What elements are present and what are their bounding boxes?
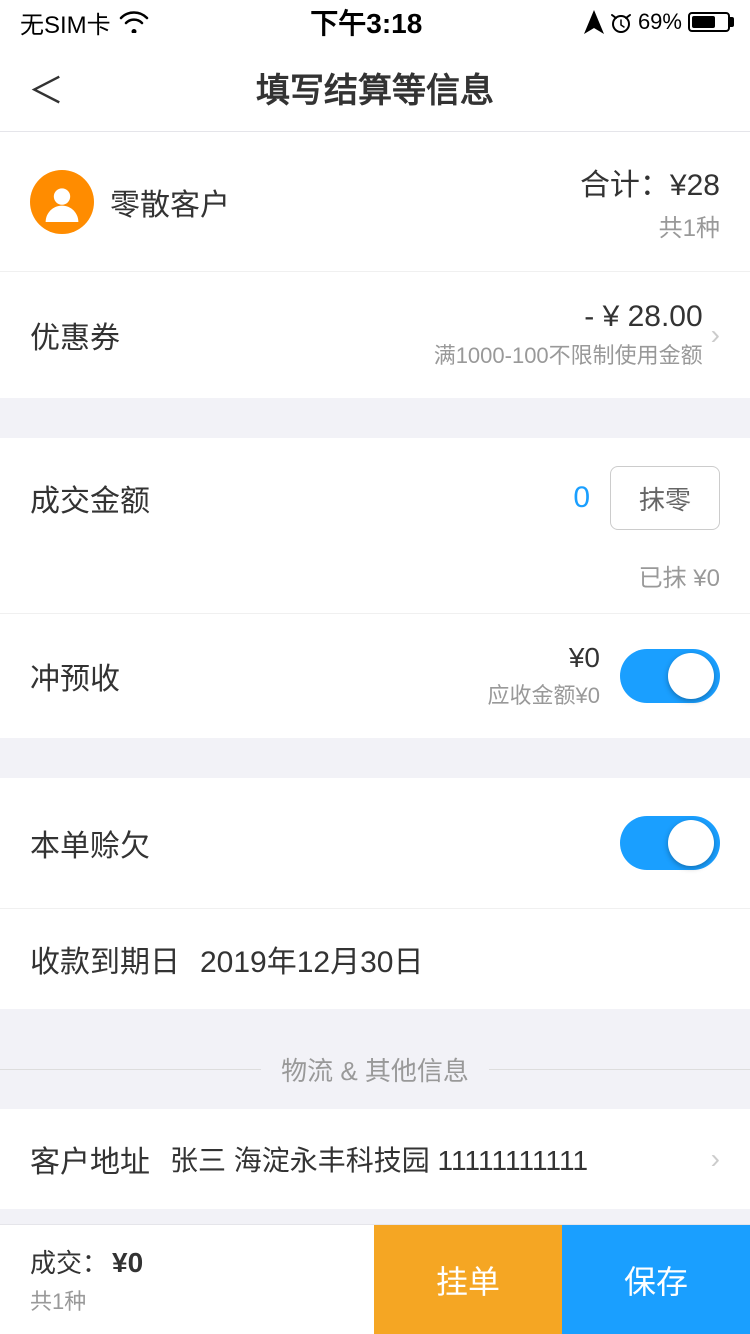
credit-toggle[interactable] bbox=[620, 816, 720, 870]
save-button[interactable]: 保存 bbox=[562, 1225, 750, 1334]
amount-row: 成交金额 0 抹零 bbox=[0, 438, 750, 558]
credit-section: 本单赊欠 收款到期日 2019年12月30日 bbox=[0, 778, 750, 1009]
coupon-right: - ¥ 28.00 满1000-100不限制使用金额 › bbox=[434, 300, 720, 370]
prereceive-label: 冲预收 bbox=[30, 654, 120, 698]
bottom-deal-row: 成交： ¥0 bbox=[30, 1243, 344, 1280]
coupon-row[interactable]: 优惠券 - ¥ 28.00 满1000-100不限制使用金额 › bbox=[0, 271, 750, 398]
alarm-icon bbox=[610, 11, 632, 33]
prereceive-right: ¥0 应收金额¥0 bbox=[488, 642, 720, 710]
battery-icon bbox=[688, 12, 730, 32]
duedate-label: 收款到期日 bbox=[30, 937, 180, 981]
customer-name: 零散客户 bbox=[110, 180, 230, 224]
prereceive-amount: ¥0 bbox=[488, 642, 600, 674]
amount-right: 0 抹零 bbox=[573, 466, 720, 530]
duedate-row: 收款到期日 2019年12月30日 bbox=[0, 908, 750, 1009]
prereceive-row: 冲预收 ¥0 应收金额¥0 bbox=[0, 613, 750, 738]
amount-label: 成交金额 bbox=[30, 476, 150, 520]
bottom-info: 成交： ¥0 共1种 bbox=[0, 1243, 374, 1316]
wifi-icon bbox=[119, 11, 149, 33]
amount-section: 成交金额 0 抹零 已抹 ¥0 冲预收 ¥0 应收金额¥0 bbox=[0, 438, 750, 738]
carrier-text: 无SIM卡 bbox=[20, 5, 111, 40]
nav-title: 填写结算等信息 bbox=[256, 63, 494, 112]
amount-sub-text: 已抹 ¥0 bbox=[0, 558, 750, 613]
logistics-label: 物流 & 其他信息 bbox=[261, 1051, 489, 1088]
status-bar: 无SIM卡 下午3:18 69% bbox=[0, 0, 750, 44]
coupon-discount: - ¥ 28.00 bbox=[434, 300, 703, 334]
bottom-count: 共1种 bbox=[30, 1284, 344, 1316]
bottom-deal-label: 成交： bbox=[30, 1243, 108, 1280]
duedate-value: 2019年12月30日 bbox=[200, 937, 423, 981]
bottom-bar: 成交： ¥0 共1种 挂单 保存 bbox=[0, 1224, 750, 1334]
round-button[interactable]: 抹零 bbox=[610, 466, 720, 530]
customer-left: 零散客户 bbox=[30, 170, 230, 234]
coupon-chevron-icon: › bbox=[711, 319, 720, 351]
battery-percent: 69% bbox=[638, 9, 682, 35]
prereceive-info: ¥0 应收金额¥0 bbox=[488, 642, 600, 710]
coupon-label: 优惠券 bbox=[30, 313, 120, 357]
total-count: 共1种 bbox=[580, 208, 720, 243]
prereceive-note: 应收金额¥0 bbox=[488, 678, 600, 710]
status-left: 无SIM卡 bbox=[20, 5, 149, 40]
logistics-divider: 物流 & 其他信息 bbox=[0, 1029, 750, 1109]
hold-button[interactable]: 挂单 bbox=[374, 1225, 562, 1334]
credit-row: 本单赊欠 bbox=[0, 778, 750, 908]
customer-avatar bbox=[30, 170, 94, 234]
back-button[interactable]: ＜ bbox=[28, 62, 64, 114]
customer-section: 零散客户 合计：¥28 共1种 优惠券 - ¥ 28.00 满1000-100不… bbox=[0, 132, 750, 398]
divider-2 bbox=[0, 758, 750, 778]
customer-right: 合计：¥28 共1种 bbox=[580, 160, 720, 243]
address-label: 客户地址 bbox=[30, 1137, 150, 1181]
toggle-knob bbox=[668, 653, 714, 699]
total-price: 合计：¥28 bbox=[580, 160, 720, 204]
address-value: 张三 海淀永丰科技园 11111111111 bbox=[170, 1139, 711, 1179]
amount-value: 0 bbox=[573, 481, 590, 515]
status-time: 下午3:18 bbox=[310, 2, 422, 42]
address-section: 客户地址 张三 海淀永丰科技园 11111111111 › bbox=[0, 1109, 750, 1209]
customer-row: 零散客户 合计：¥28 共1种 bbox=[0, 132, 750, 271]
bottom-deal-amount: ¥0 bbox=[112, 1247, 143, 1279]
address-row[interactable]: 客户地址 张三 海淀永丰科技园 11111111111 › bbox=[0, 1109, 750, 1209]
prereceive-toggle[interactable] bbox=[620, 649, 720, 703]
location-icon bbox=[584, 10, 604, 34]
divider-1 bbox=[0, 418, 750, 438]
status-right: 69% bbox=[584, 9, 730, 35]
credit-toggle-knob bbox=[668, 820, 714, 866]
coupon-note: 满1000-100不限制使用金额 bbox=[434, 338, 703, 370]
coupon-info: - ¥ 28.00 满1000-100不限制使用金额 bbox=[434, 300, 703, 370]
content: 零散客户 合计：¥28 共1种 优惠券 - ¥ 28.00 满1000-100不… bbox=[0, 132, 750, 1329]
address-chevron-icon: › bbox=[711, 1143, 720, 1175]
nav-bar: ＜ 填写结算等信息 bbox=[0, 44, 750, 132]
credit-label: 本单赊欠 bbox=[30, 821, 150, 865]
